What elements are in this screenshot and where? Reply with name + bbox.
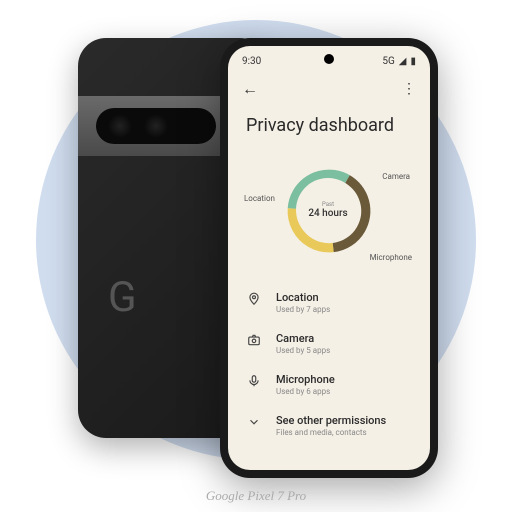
camera-lens [144,114,168,138]
page-title: Privacy dashboard [228,107,430,146]
donut-title: 24 hours [308,208,347,219]
header-row: ← ⋮ [228,71,430,107]
list-title: Location [276,291,412,304]
google-logo: G [108,273,137,322]
chevron-down-icon [246,415,262,433]
chart-label-microphone: Microphone [370,253,412,262]
image-caption: Google Pixel 7 Pro [0,488,512,504]
list-subtitle: Used by 5 apps [276,346,412,355]
list-title: Microphone [276,373,412,386]
list-title: See other permissions [276,414,412,427]
list-item-camera[interactable]: Camera Used by 5 apps [228,323,430,364]
permissions-list: Location Used by 7 apps Camera Used by 5… [228,276,430,452]
more-menu-icon[interactable]: ⋮ [402,81,416,97]
battery-icon: ▮ [410,56,416,67]
microphone-icon [246,374,262,392]
chart-label-location: Location [244,194,275,203]
list-item-location[interactable]: Location Used by 7 apps [228,282,430,323]
list-subtitle: Files and media, contacts [276,428,412,437]
location-pin-icon [246,292,262,310]
signal-icon: ◢ [399,56,407,67]
donut-subtitle: Past [322,201,334,208]
list-item-microphone[interactable]: Microphone Used by 6 apps [228,364,430,405]
camera-lens [108,114,132,138]
list-subtitle: Used by 6 apps [276,387,412,396]
list-item-other-permissions[interactable]: See other permissions Files and media, c… [228,405,430,446]
chart-label-camera: Camera [382,172,410,181]
front-camera-hole [324,54,334,64]
back-arrow-icon[interactable]: ← [242,79,258,99]
network-label: 5G [382,56,394,67]
phone-screen: 9:30 5G ◢ ▮ ← ⋮ Privacy dashboard Past 2… [228,46,430,470]
status-time: 9:30 [242,56,261,67]
camera-module [96,108,216,144]
list-subtitle: Used by 7 apps [276,305,412,314]
list-title: Camera [276,332,412,345]
usage-donut-chart: Past 24 hours Location Camera Microphone [228,146,430,276]
camera-icon [246,333,262,351]
phone-front-view: 9:30 5G ◢ ▮ ← ⋮ Privacy dashboard Past 2… [220,38,438,478]
